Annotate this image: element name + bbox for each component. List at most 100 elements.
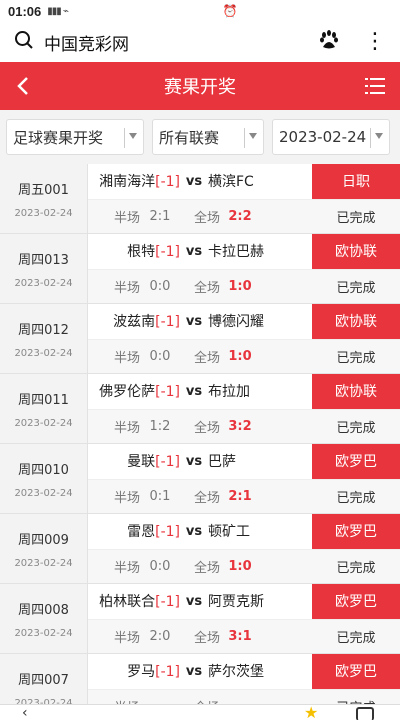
- type-select-value: 足球赛果开奖: [13, 128, 104, 147]
- match-info: 根特[-1] vs 卡拉巴赫 半场 0:0 全场 1:0: [88, 234, 312, 303]
- league-badge: 欧协联: [312, 374, 400, 409]
- match-date: 2023-02-24: [14, 557, 73, 569]
- match-teams: 雷恩[-1] vs 顿矿工: [88, 514, 312, 549]
- match-number: 周四008: [18, 602, 69, 618]
- match-score: 半场 0:0 全场 1:0: [88, 268, 312, 303]
- match-row[interactable]: 周四013 2023-02-24 根特[-1] vs 卡拉巴赫 半场 0:0 全…: [0, 234, 400, 304]
- full-score: 2:1: [228, 488, 252, 504]
- handicap: [-1]: [155, 524, 180, 541]
- match-teams: 柏林联合[-1] vs 阿贾克斯: [88, 584, 312, 619]
- handicap: [-1]: [155, 314, 180, 331]
- half-label: 半场: [113, 280, 140, 296]
- site-name[interactable]: 中国竞彩网: [44, 30, 129, 55]
- vs-label: vs: [185, 453, 203, 469]
- match-number: 周四009: [18, 532, 69, 548]
- status-badge: 已完成: [312, 408, 400, 443]
- vs-label: vs: [185, 593, 203, 609]
- match-id-cell: 周四009 2023-02-24: [0, 514, 88, 583]
- handicap: [-1]: [155, 174, 180, 191]
- half-score: 2:0: [149, 628, 171, 644]
- league-badge: 欧罗巴: [312, 514, 400, 549]
- status-badge: 已完成: [312, 618, 400, 653]
- caret-down-icon: [129, 133, 137, 139]
- league-badge: 欧罗巴: [312, 654, 400, 689]
- match-row[interactable]: 周四008 2023-02-24 柏林联合[-1] vs 阿贾克斯 半场 2:0…: [0, 584, 400, 654]
- home-team: 柏林联合[-1]: [99, 594, 180, 611]
- away-team: 顿矿工: [208, 524, 250, 541]
- match-row[interactable]: 周四011 2023-02-24 佛罗伦萨[-1] vs 布拉加 半场 1:2 …: [0, 374, 400, 444]
- caret-down-icon: [375, 133, 383, 139]
- full-label: 全场: [193, 630, 220, 646]
- vs-label: vs: [185, 313, 203, 329]
- handicap: [-1]: [155, 664, 180, 681]
- filter-bar: 足球赛果开奖 所有联赛 2023-02-24: [0, 110, 400, 164]
- match-list: 周五001 2023-02-24 湘南海洋[-1] vs 横滨FC 半场 2:1…: [0, 164, 400, 720]
- divider: [124, 128, 125, 148]
- status-badge: 已完成: [312, 338, 400, 373]
- signal-icon: ▮▮▮ ⌁: [47, 5, 69, 17]
- match-league-cell: 欧罗巴 已完成: [312, 584, 400, 653]
- half-score: 0:1: [149, 488, 171, 504]
- date-select[interactable]: 2023-02-24: [272, 119, 390, 155]
- match-number: 周四013: [18, 252, 69, 268]
- match-info: 雷恩[-1] vs 顿矿工 半场 0:0 全场 1:0: [88, 514, 312, 583]
- baidu-paw-icon[interactable]: [318, 29, 340, 56]
- full-label: 全场: [193, 420, 220, 436]
- alarm-icon: ⏰: [222, 4, 238, 18]
- full-label: 全场: [193, 280, 220, 296]
- match-row[interactable]: 周五001 2023-02-24 湘南海洋[-1] vs 横滨FC 半场 2:1…: [0, 164, 400, 234]
- match-date: 2023-02-24: [14, 277, 73, 289]
- page-header: 赛果开奖: [0, 62, 400, 110]
- vs-label: vs: [185, 243, 203, 259]
- nav-back-icon[interactable]: ‹: [22, 705, 28, 720]
- star-icon[interactable]: ★: [304, 703, 318, 720]
- vs-label: vs: [185, 173, 203, 189]
- full-score: 3:2: [228, 418, 252, 434]
- away-team: 萨尔茨堡: [208, 664, 264, 681]
- list-menu-icon[interactable]: [364, 75, 386, 97]
- match-teams: 佛罗伦萨[-1] vs 布拉加: [88, 374, 312, 409]
- match-row[interactable]: 周四012 2023-02-24 波兹南[-1] vs 博德闪耀 半场 0:0 …: [0, 304, 400, 374]
- vs-label: vs: [185, 383, 203, 399]
- search-icon[interactable]: [14, 30, 34, 54]
- type-select[interactable]: 足球赛果开奖: [6, 119, 144, 155]
- league-select-value: 所有联赛: [159, 128, 220, 147]
- full-score: 1:0: [228, 348, 252, 364]
- half-label: 半场: [113, 560, 140, 576]
- half-label: 半场: [113, 630, 140, 646]
- match-id-cell: 周四011 2023-02-24: [0, 374, 88, 443]
- home-team: 罗马[-1]: [127, 664, 180, 681]
- status-bar: 01:06 ▮▮▮ ⌁ ⊙ ⏰ 100: [0, 0, 400, 38]
- match-row[interactable]: 周四010 2023-02-24 曼联[-1] vs 巴萨 半场 0:1 全场 …: [0, 444, 400, 514]
- league-badge: 日职: [312, 164, 400, 199]
- match-number: 周四010: [18, 462, 69, 478]
- match-date: 2023-02-24: [14, 347, 73, 359]
- half-label: 半场: [113, 490, 140, 506]
- match-row[interactable]: 周四009 2023-02-24 雷恩[-1] vs 顿矿工 半场 0:0 全场…: [0, 514, 400, 584]
- half-score: 0:0: [149, 278, 171, 294]
- full-label: 全场: [193, 560, 220, 576]
- match-teams: 湘南海洋[-1] vs 横滨FC: [88, 164, 312, 199]
- vs-label: vs: [185, 663, 203, 679]
- match-teams: 根特[-1] vs 卡拉巴赫: [88, 234, 312, 269]
- full-score: 2:2: [228, 208, 252, 224]
- match-league-cell: 日职 已完成: [312, 164, 400, 233]
- more-vertical-icon[interactable]: ⋮: [364, 31, 386, 53]
- half-score: 1:2: [149, 418, 171, 434]
- status-badge: 已完成: [312, 548, 400, 583]
- match-info: 曼联[-1] vs 巴萨 半场 0:1 全场 2:1: [88, 444, 312, 513]
- home-team: 波兹南[-1]: [113, 314, 180, 331]
- half-score: 0:0: [149, 348, 171, 364]
- chevron-left-icon[interactable]: [10, 72, 38, 100]
- vs-label: vs: [185, 523, 203, 539]
- away-team: 卡拉巴赫: [208, 244, 264, 261]
- tabs-icon[interactable]: [356, 707, 374, 720]
- match-score: 半场 1:2 全场 3:2: [88, 408, 312, 443]
- match-id-cell: 周四012 2023-02-24: [0, 304, 88, 373]
- half-label: 半场: [113, 210, 140, 226]
- browser-bar: 中国竞彩网 ⋮: [0, 22, 400, 62]
- league-badge: 欧协联: [312, 304, 400, 339]
- match-teams: 波兹南[-1] vs 博德闪耀: [88, 304, 312, 339]
- league-select[interactable]: 所有联赛: [152, 119, 264, 155]
- match-number: 周四012: [18, 322, 69, 338]
